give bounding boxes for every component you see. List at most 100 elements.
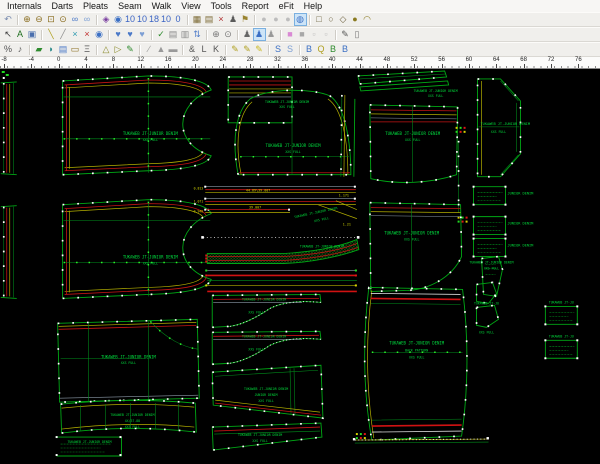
pattern-piece-label-1[interactable]: JUNIOR DENIM bbox=[472, 185, 534, 207]
report-b1-icon[interactable]: B bbox=[304, 44, 315, 55]
pattern-piece-trapezoid-panel[interactable]: TUKAWEB JT-JUNIOR DENIM JUNIOR DENIM XXS… bbox=[211, 364, 324, 420]
undo-icon[interactable]: ↶ bbox=[3, 14, 14, 25]
pattern-canvas[interactable]: TUKAWEB JT-JUNIOR DENIM XXS FULL TUKAWEB… bbox=[0, 69, 600, 459]
grade-10b-icon[interactable]: 10 bbox=[137, 14, 148, 25]
report-b3-icon[interactable]: B bbox=[340, 44, 351, 55]
pattern-piece-back-panel[interactable]: TUKAWEB JT-JUNIOR DENIM BACK PATTERN XXS… bbox=[363, 286, 468, 441]
pattern-piece-small-pocket[interactable]: TUKAWEB JT-JUNIOR DENIM XXS FULL bbox=[469, 255, 514, 298]
pattern-piece-bottom-left-label[interactable]: TUKAWEB JT-JUNIOR DENIM bbox=[55, 436, 122, 457]
globe2-icon[interactable]: ◉ bbox=[94, 29, 105, 40]
pattern-piece-left-sliver-top[interactable] bbox=[0, 81, 18, 176]
world-icon[interactable]: ◉ bbox=[113, 14, 124, 25]
dart-2-icon[interactable]: ▷ bbox=[113, 44, 124, 55]
page-icon[interactable]: ▯ bbox=[352, 29, 363, 40]
pattern-piece-collar[interactable]: TUKAWEB JT-JUNIOR DENIM XXS FULL bbox=[476, 78, 531, 178]
half-circle-icon[interactable]: ◗ bbox=[46, 44, 57, 55]
select-cursor-icon[interactable]: ↖ bbox=[3, 29, 14, 40]
pattern-piece-pocket-facing-2[interactable]: TUKAWEB JT-JUNIOR DENIM XXS FULL bbox=[211, 330, 322, 366]
pleat-icon[interactable]: ▲ bbox=[156, 44, 167, 55]
grade-10-icon[interactable]: 10 bbox=[125, 14, 136, 25]
pattern-piece-panel-mid-right[interactable]: TUKAWEB JT-JUNIOR DENIM XXS FULL bbox=[368, 201, 463, 293]
shape-arc-icon[interactable]: ◠ bbox=[362, 14, 373, 25]
delete-icon[interactable]: × bbox=[82, 29, 93, 40]
zoom-all-icon[interactable]: ⊙ bbox=[58, 14, 69, 25]
dart-1-icon[interactable]: △ bbox=[101, 44, 112, 55]
layout-icon[interactable]: ▤ bbox=[204, 14, 215, 25]
zoom-in-icon[interactable]: ⊕ bbox=[22, 14, 33, 25]
state-2-icon[interactable]: ● bbox=[271, 14, 282, 25]
menu-help[interactable]: Help bbox=[299, 0, 328, 12]
pattern-piece-front-jeans[interactable]: TUKAWEB JT-JUNIOR DENIM XXS FULL bbox=[56, 318, 201, 404]
pattern-piece-back-bodice[interactable]: TUKAWEB JT-JUNIOR DENIM XXS FULL bbox=[61, 75, 213, 176]
split-icon[interactable]: × bbox=[70, 29, 81, 40]
pattern-piece-small-1[interactable] bbox=[475, 281, 498, 305]
pattern-piece-front-bodice[interactable]: TUKAWEB JT-JUNIOR DENIM XXS FULL bbox=[61, 198, 213, 300]
pattern-piece-label-2[interactable]: JUNIOR DENIM bbox=[472, 215, 534, 237]
state-3-icon[interactable]: ● bbox=[283, 14, 294, 25]
pattern-piece-bottom-strip[interactable]: TUKAWEB JT-JUNIOR DENIM XXS FULL bbox=[211, 422, 323, 451]
swatch-pink-icon[interactable]: ■ bbox=[285, 29, 296, 40]
menu-internals[interactable]: Internals bbox=[2, 0, 47, 12]
state-1-icon[interactable]: ● bbox=[259, 14, 270, 25]
zoom-out-icon[interactable]: ⊖ bbox=[34, 14, 45, 25]
shape-diamond-icon[interactable]: ◇ bbox=[338, 14, 349, 25]
pattern-piece-cuff[interactable]: TUKAWEB JT-JUNIOR DENIM XXS FULL bbox=[227, 76, 309, 124]
table-icon[interactable]: ▦ bbox=[192, 14, 203, 25]
notch-icon[interactable]: ♪ bbox=[15, 44, 26, 55]
globe-selected-icon[interactable]: ◍ bbox=[293, 13, 307, 26]
find-next-icon[interactable]: ∞ bbox=[82, 14, 93, 25]
menu-darts[interactable]: Darts bbox=[47, 0, 79, 12]
line-grey-icon[interactable]: ╱ bbox=[58, 29, 69, 40]
report-q-icon[interactable]: Q bbox=[316, 44, 327, 55]
pattern-piece-placket[interactable]: TUKAWEB JT-JUNIOR DENIM XXS FULL bbox=[357, 70, 458, 98]
stack-icon[interactable]: Ξ bbox=[82, 44, 93, 55]
fill-green-icon[interactable]: ▰ bbox=[34, 44, 45, 55]
walk-3-icon[interactable]: ♥ bbox=[137, 29, 148, 40]
cut-icon[interactable]: × bbox=[216, 14, 227, 25]
slash-icon[interactable]: ∕ bbox=[144, 44, 155, 55]
line-yellow-icon[interactable]: ╲ bbox=[46, 29, 57, 40]
pattern-piece-hatched-waistband[interactable]: TUKAWEB JT-JUNIOR DENIM bbox=[205, 238, 360, 293]
inspect-icon[interactable]: ⊕ bbox=[211, 29, 222, 40]
shape-dot-icon[interactable]: ● bbox=[350, 14, 361, 25]
inspect-2-icon[interactable]: ⊙ bbox=[223, 29, 234, 40]
swatch-dim2-icon[interactable]: ▫ bbox=[321, 29, 332, 40]
zoom-region-icon[interactable]: ⊡ bbox=[46, 14, 57, 25]
grade-18-icon[interactable]: 18 bbox=[149, 14, 160, 25]
menu-report[interactable]: Report bbox=[237, 0, 274, 12]
swatch-dim1-icon[interactable]: ▫ bbox=[309, 29, 320, 40]
piece-icon[interactable]: ♟ bbox=[228, 14, 239, 25]
walk-2-icon[interactable]: ♥ bbox=[125, 29, 136, 40]
shape-square-icon[interactable]: □ bbox=[314, 14, 325, 25]
menu-pleats[interactable]: Pleats bbox=[78, 0, 113, 12]
pencil-3-icon[interactable]: ✎ bbox=[254, 44, 265, 55]
pattern-piece-label-3[interactable]: JUNIOR DENIM bbox=[472, 237, 534, 259]
pattern-piece-left-sliver-bottom[interactable] bbox=[0, 204, 18, 300]
pattern-piece-waistband[interactable]: TUKAWEB JT-JUNIOR DENIM 4X/37.88 XXS FUL… bbox=[60, 399, 197, 434]
shape-circle-icon[interactable]: ○ bbox=[326, 14, 337, 25]
seam-s2-icon[interactable]: S bbox=[285, 44, 296, 55]
pattern-piece-small-2[interactable]: TUKAWEB JT-JU XXS FULL bbox=[474, 301, 500, 334]
ruler-tool-icon[interactable]: ▭ bbox=[70, 44, 81, 55]
piece-b-icon[interactable]: ♟ bbox=[266, 29, 277, 40]
pattern-svg[interactable]: TUKAWEB JT-JUNIOR DENIM XXS FULL TUKAWEB… bbox=[0, 69, 600, 459]
piece-selected-icon[interactable]: ♟ bbox=[252, 28, 266, 41]
pattern-piece-label-5[interactable]: TUKAWEB JT-JU bbox=[543, 334, 579, 360]
menu-tools[interactable]: Tools bbox=[206, 0, 237, 12]
menu-seam[interactable]: Seam bbox=[113, 0, 147, 12]
text-tool-icon[interactable]: A bbox=[15, 29, 26, 40]
menu-efit[interactable]: eFit bbox=[274, 0, 299, 12]
swap-icon[interactable]: ⇅ bbox=[192, 29, 203, 40]
image-tool-icon[interactable]: ▣ bbox=[27, 29, 38, 40]
pattern-piece-pocket-facing-1[interactable]: TUKAWEB JT-JUNIOR DENIM XXS FULL bbox=[211, 293, 322, 329]
grade-10c-icon[interactable]: 10 bbox=[161, 14, 172, 25]
bar-icon[interactable]: ▬ bbox=[168, 44, 179, 55]
percent-icon[interactable]: % bbox=[3, 44, 14, 55]
flag-icon[interactable]: ⚑ bbox=[240, 14, 251, 25]
corner-k-icon[interactable]: K bbox=[211, 44, 222, 55]
pattern-piece-panel-top-right[interactable]: TUKAWEB JT-JUNIOR DENIM XXS FULL bbox=[368, 104, 459, 184]
pattern-piece-label-4[interactable]: TUKAWEB JT-JU bbox=[543, 300, 579, 326]
find-icon[interactable]: ∞ bbox=[70, 14, 81, 25]
pencil-2-icon[interactable]: ✎ bbox=[242, 44, 253, 55]
walk-1-icon[interactable]: ♥ bbox=[113, 29, 124, 40]
